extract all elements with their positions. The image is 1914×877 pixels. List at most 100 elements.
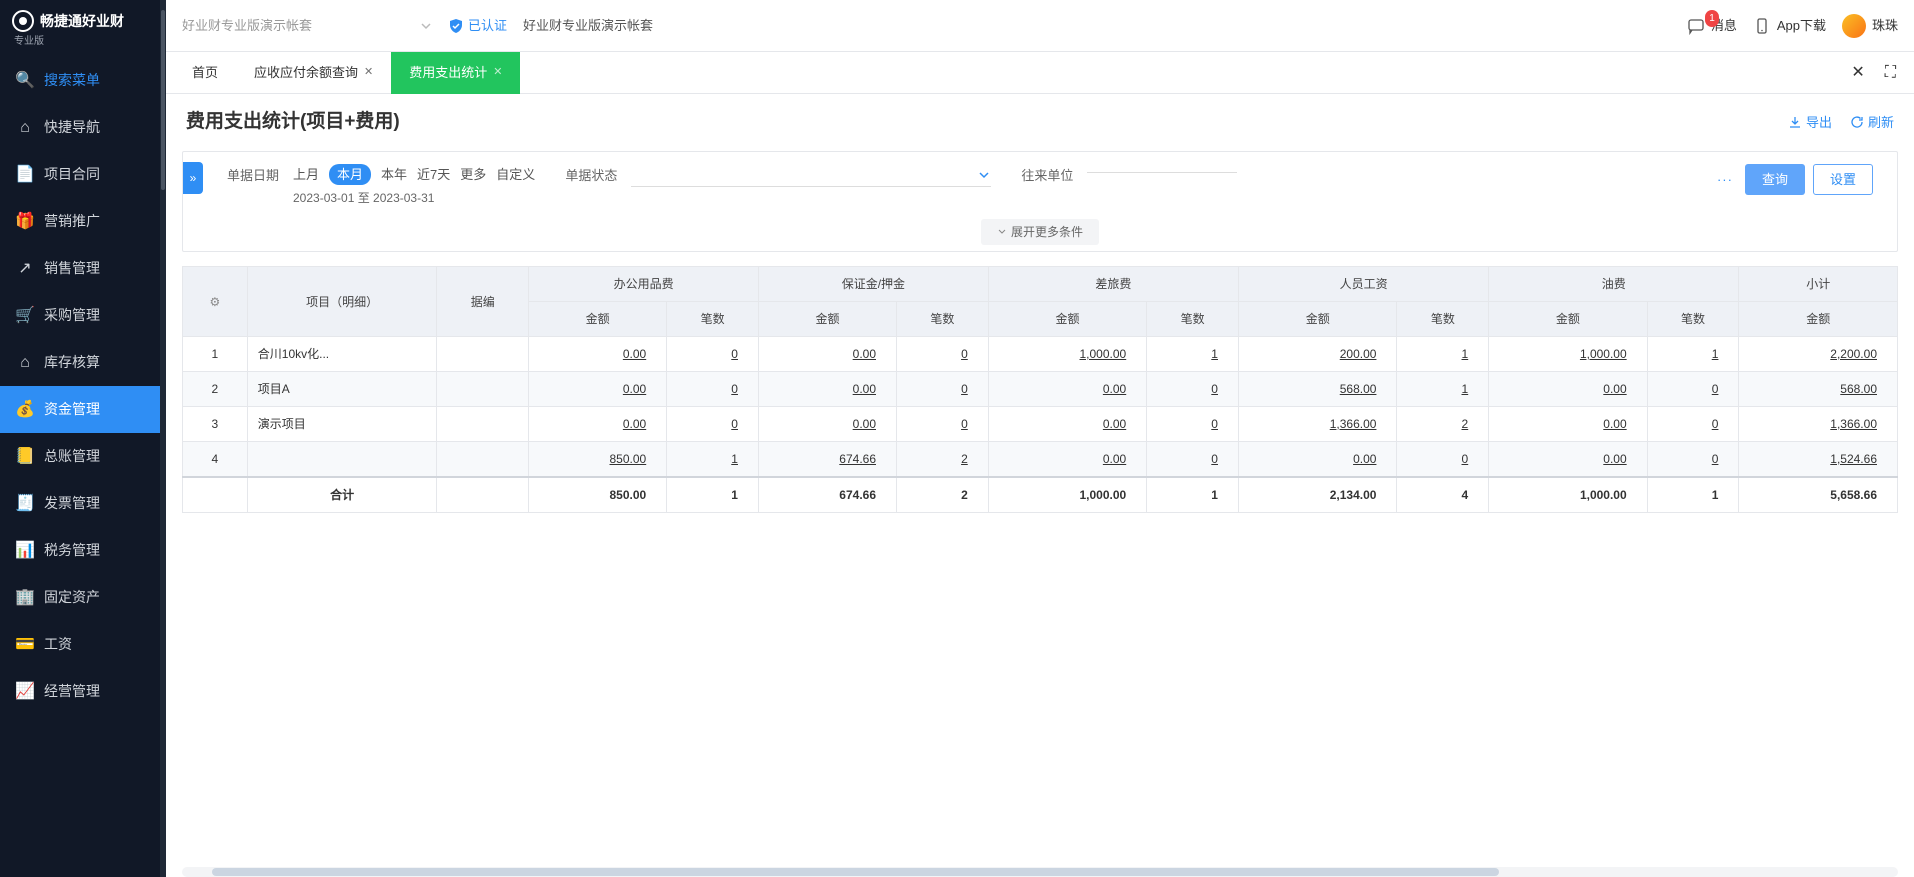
project-cell[interactable]: 项目A (247, 372, 437, 407)
data-cell[interactable]: 0 (667, 372, 759, 407)
horizontal-scrollbar[interactable] (182, 867, 1898, 877)
data-cell[interactable]: 568.00 (1238, 372, 1396, 407)
settings-button[interactable]: 设置 (1813, 164, 1873, 196)
data-cell[interactable]: 0.00 (1238, 442, 1396, 478)
ledger-icon: 📒 (16, 448, 34, 466)
data-cell[interactable]: 1 (1397, 337, 1489, 372)
sidebar-nav: 🔍搜索菜单⌂快捷导航📄项目合同🎁营销推广↗销售管理🛒采购管理⌂库存核算💰资金管理… (0, 57, 160, 877)
data-cell[interactable]: 0 (1647, 407, 1739, 442)
tab[interactable]: 首页 (174, 52, 236, 94)
sidebar-item-7[interactable]: 💰资金管理 (0, 386, 160, 433)
data-cell[interactable]: 0 (1647, 372, 1739, 407)
data-cell[interactable]: 0.00 (988, 372, 1146, 407)
collapse-handle[interactable]: » (183, 162, 203, 194)
data-cell[interactable]: 1,000.00 (988, 337, 1146, 372)
chevron-down-icon (977, 168, 991, 182)
project-cell[interactable] (247, 442, 437, 478)
data-cell[interactable]: 200.00 (1238, 337, 1396, 372)
col-project: 项目（明细） (247, 267, 437, 337)
query-button[interactable]: 查询 (1745, 164, 1805, 196)
data-cell[interactable]: 0.00 (988, 407, 1146, 442)
app-download-button[interactable]: App下载 (1753, 16, 1826, 36)
sidebar-item-13[interactable]: 📈经营管理 (0, 668, 160, 715)
sidebar-item-10[interactable]: 📊税务管理 (0, 527, 160, 574)
data-cell[interactable]: 2,200.00 (1739, 337, 1898, 372)
tab-close-icon[interactable]: ✕ (364, 64, 373, 81)
brand-edition: 专业版 (0, 34, 160, 57)
more-filters[interactable]: ··· (1713, 170, 1737, 190)
sidebar-item-9[interactable]: 🧾发票管理 (0, 480, 160, 527)
sidebar-item-11[interactable]: 🏢固定资产 (0, 574, 160, 621)
sidebar-item-12[interactable]: 💳工资 (0, 621, 160, 668)
sidebar-item-4[interactable]: ↗销售管理 (0, 245, 160, 292)
brand-name: 畅捷通好业财 (40, 11, 124, 32)
data-cell[interactable]: 568.00 (1739, 372, 1898, 407)
refresh-button[interactable]: 刷新 (1850, 113, 1894, 133)
data-cell[interactable]: 0.00 (758, 372, 896, 407)
sidebar-item-2[interactable]: 📄项目合同 (0, 151, 160, 198)
data-cell[interactable]: 674.66 (758, 442, 896, 478)
data-cell[interactable]: 0 (1397, 442, 1489, 478)
sidebar-item-5[interactable]: 🛒采购管理 (0, 292, 160, 339)
data-cell[interactable]: 1 (1147, 337, 1239, 372)
data-cell[interactable]: 0.00 (529, 407, 667, 442)
user-menu[interactable]: 珠珠 (1842, 14, 1898, 38)
data-cell[interactable]: 0.00 (758, 407, 896, 442)
data-cell[interactable]: 0.00 (988, 442, 1146, 478)
data-cell[interactable]: 0 (1147, 372, 1239, 407)
data-cell[interactable]: 1,366.00 (1739, 407, 1898, 442)
data-cell[interactable]: 0.00 (758, 337, 896, 372)
data-cell[interactable]: 1 (1397, 372, 1489, 407)
expand-filters[interactable]: 展开更多条件 (981, 219, 1099, 245)
data-cell[interactable]: 0 (667, 337, 759, 372)
data-cell[interactable]: 1 (667, 442, 759, 478)
partner-input[interactable] (1087, 164, 1237, 173)
data-cell[interactable]: 0 (897, 372, 989, 407)
asset-icon: 🏢 (16, 589, 34, 607)
messages-button[interactable]: 消息 1 (1687, 16, 1737, 36)
tenant-select[interactable]: 好业财专业版演示帐套 (182, 16, 432, 36)
date-option[interactable]: 本年 (381, 165, 407, 185)
date-option[interactable]: 自定义 (496, 165, 535, 185)
data-cell[interactable]: 0.00 (1489, 442, 1647, 478)
tab-close-icon[interactable]: ✕ (493, 64, 502, 81)
export-button[interactable]: 导出 (1788, 113, 1832, 133)
data-cell[interactable]: 2 (1397, 407, 1489, 442)
data-cell[interactable]: 1,366.00 (1238, 407, 1396, 442)
data-cell[interactable]: 1,524.66 (1739, 442, 1898, 478)
data-cell[interactable]: 1 (1647, 337, 1739, 372)
data-cell[interactable]: 0.00 (1489, 407, 1647, 442)
data-cell[interactable]: 0 (1147, 407, 1239, 442)
tab[interactable]: 费用支出统计✕ (391, 52, 520, 94)
gear-icon[interactable]: ⚙ (210, 295, 221, 309)
project-cell[interactable]: 演示项目 (247, 407, 437, 442)
sidebar-item-3[interactable]: 🎁营销推广 (0, 198, 160, 245)
date-option[interactable]: 本月 (329, 164, 371, 186)
status-select[interactable] (631, 164, 991, 187)
date-option[interactable]: 上月 (293, 165, 319, 185)
sidebar-item-6[interactable]: ⌂库存核算 (0, 339, 160, 386)
data-cell[interactable]: 0.00 (529, 372, 667, 407)
table-total-row: 合计850.001674.6621,000.0012,134.0041,000.… (183, 477, 1898, 513)
sidebar-item-1[interactable]: ⌂快捷导航 (0, 104, 160, 151)
download-icon (1753, 17, 1771, 35)
data-cell[interactable]: 0 (1147, 442, 1239, 478)
data-cell[interactable]: 0 (1647, 442, 1739, 478)
tab-fullscreen[interactable]: ⛶ (1875, 61, 1906, 85)
project-cell[interactable]: 合川10kv化... (247, 337, 437, 372)
sidebar-item-8[interactable]: 📒总账管理 (0, 433, 160, 480)
data-cell[interactable]: 0.00 (1489, 372, 1647, 407)
data-cell[interactable]: 2 (897, 442, 989, 478)
tab-close-all[interactable]: ✕ (1841, 61, 1874, 85)
tab[interactable]: 应收应付余额查询✕ (236, 52, 391, 94)
data-cell[interactable]: 850.00 (529, 442, 667, 478)
data-cell[interactable]: 0.00 (529, 337, 667, 372)
data-cell[interactable]: 0 (897, 407, 989, 442)
date-option[interactable]: 近7天 (417, 165, 450, 185)
data-cell[interactable]: 0 (897, 337, 989, 372)
date-option[interactable]: 更多 (460, 165, 486, 185)
data-cell[interactable]: 1,000.00 (1489, 337, 1647, 372)
data-cell[interactable]: 0 (667, 407, 759, 442)
sidebar-item-0[interactable]: 🔍搜索菜单 (0, 57, 160, 104)
stock-icon: ⌂ (16, 354, 34, 372)
